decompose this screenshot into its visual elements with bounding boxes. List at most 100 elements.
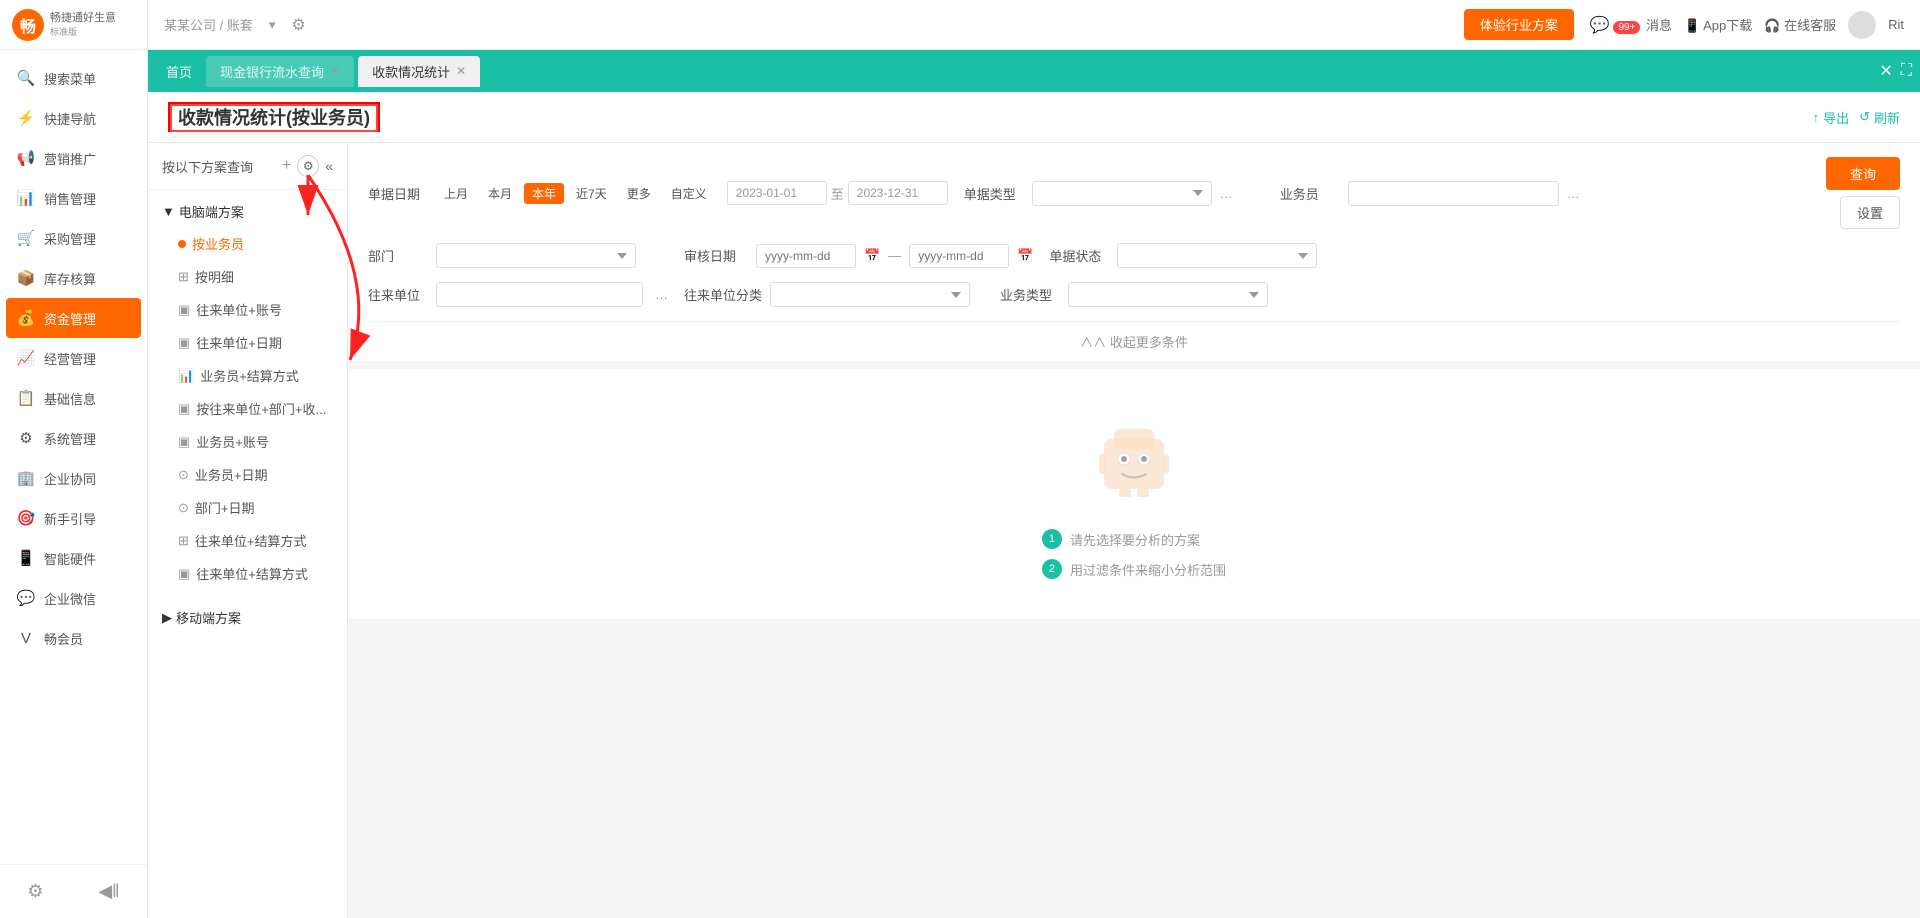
doc-status-select[interactable] bbox=[1117, 243, 1317, 268]
dept-select[interactable] bbox=[436, 243, 636, 268]
scheme-item-label: 往来单位+账号 bbox=[196, 300, 282, 319]
online-service-btn[interactable]: 🎧 在线客服 bbox=[1764, 15, 1836, 34]
counterpart-category-select[interactable] bbox=[770, 282, 970, 307]
content-area: 按以下方案查询 + ⚙ « ▼ 电脑端方案 bbox=[148, 143, 1920, 918]
app-download-btn[interactable]: 📱 App下载 bbox=[1684, 15, 1752, 34]
tab-close-all-btn[interactable]: ✕ bbox=[1879, 61, 1892, 81]
date-btn-last-month[interactable]: 上月 bbox=[436, 183, 476, 204]
scheme-item-label: 按明细 bbox=[195, 267, 234, 286]
settings-icon[interactable]: ⚙ bbox=[291, 15, 305, 35]
trial-button[interactable]: 体验行业方案 bbox=[1464, 9, 1574, 40]
scheme-item-dept-date[interactable]: ⊙ 部门+日期 bbox=[148, 491, 347, 524]
date-to-input[interactable] bbox=[848, 181, 948, 205]
nav-icon-wechat: 💬 bbox=[16, 588, 36, 608]
counterpart-category-label: 往来单位分类 bbox=[684, 285, 762, 304]
review-date-to-input[interactable] bbox=[909, 244, 1009, 268]
filter-counterpart-category-item: 往来单位分类 bbox=[684, 282, 984, 307]
scheme-item-salesman-settle[interactable]: 📊 业务员+结算方式 bbox=[148, 359, 347, 392]
doc-type-more-icon[interactable]: … bbox=[1220, 186, 1233, 201]
export-icon: ↑ bbox=[1813, 110, 1820, 125]
mobile-scheme-group: ▶ 移动端方案 bbox=[148, 596, 347, 639]
top-bar: 某某公司 / 账套 ▾ ⚙ 体验行业方案 💬 99+ 消息 📱 App下载 bbox=[148, 0, 1920, 50]
set-button[interactable]: 设置 bbox=[1840, 196, 1900, 229]
scheme-item-by-detail[interactable]: ⊞ 按明细 bbox=[148, 260, 347, 293]
panel-header: 按以下方案查询 + ⚙ « bbox=[148, 143, 347, 190]
scheme-item-unit-account[interactable]: ▣ 往来单位+账号 bbox=[148, 293, 347, 326]
date-btn-7days[interactable]: 近7天 bbox=[568, 183, 615, 204]
counterpart-input[interactable] bbox=[436, 282, 643, 307]
sidebar-item-marketing[interactable]: 📢营销推广 bbox=[0, 138, 147, 178]
desktop-scheme-group-header[interactable]: ▼ 电脑端方案 bbox=[148, 196, 347, 227]
filter-row-3: 往来单位 … 往来单位分类 业务类型 bbox=[368, 282, 1900, 307]
notification-icon[interactable]: 💬 99+ 消息 bbox=[1590, 15, 1672, 35]
breadcrumb-dropdown-icon[interactable]: ▾ bbox=[269, 17, 276, 33]
sidebar-item-enterprise[interactable]: 🏢企业协同 bbox=[0, 458, 147, 498]
review-date-from-input[interactable] bbox=[756, 244, 856, 268]
scheme-settings-icon[interactable]: ⚙ bbox=[297, 155, 319, 177]
sidebar-item-purchase[interactable]: 🛒采购管理 bbox=[0, 218, 147, 258]
tab-collection-stat[interactable]: 收款情况统计 ✕ bbox=[358, 56, 480, 87]
scheme-item-unit-dept[interactable]: ▣ 按往来单位+部门+收... bbox=[148, 392, 347, 425]
calendar-icon-to[interactable]: 📅 bbox=[1017, 248, 1033, 264]
scheme-icon-table1: ▣ bbox=[178, 302, 190, 318]
collapse-bar[interactable]: ∧∧ 收起更多条件 bbox=[368, 321, 1900, 361]
date-btn-this-month[interactable]: 本月 bbox=[480, 183, 520, 204]
sidebar-item-basic[interactable]: 📋基础信息 bbox=[0, 378, 147, 418]
sidebar-item-guide[interactable]: 🎯新手引导 bbox=[0, 498, 147, 538]
sidebar-item-wechat[interactable]: 💬企业微信 bbox=[0, 578, 147, 618]
query-button[interactable]: 查询 bbox=[1826, 157, 1900, 190]
salesman-more-icon[interactable]: … bbox=[1567, 186, 1580, 201]
date-btn-more[interactable]: 更多 bbox=[619, 183, 659, 204]
export-button[interactable]: ↑ 导出 bbox=[1813, 108, 1850, 127]
counterpart-label: 往来单位 bbox=[368, 285, 428, 304]
doc-type-select[interactable] bbox=[1032, 181, 1212, 206]
desktop-scheme-group: ▼ 电脑端方案 按业务员 ⊞ 按明细 bbox=[148, 190, 347, 596]
mobile-scheme-group-header[interactable]: ▶ 移动端方案 bbox=[148, 602, 347, 633]
counterpart-more-icon[interactable]: … bbox=[655, 287, 668, 302]
scheme-item-salesman-account[interactable]: ▣ 业务员+账号 bbox=[148, 425, 347, 458]
sidebar-item-operation[interactable]: 📈经营管理 bbox=[0, 338, 147, 378]
user-avatar[interactable] bbox=[1848, 11, 1876, 39]
nav-label-basic: 基础信息 bbox=[44, 389, 96, 408]
tab-bank-flow-close[interactable]: ✕ bbox=[330, 64, 340, 78]
tab-maximize-btn[interactable]: ⛶ bbox=[1901, 61, 1912, 81]
business-type-select[interactable] bbox=[1068, 282, 1268, 307]
calendar-icon-from[interactable]: 📅 bbox=[864, 248, 880, 264]
review-date-label: 审核日期 bbox=[684, 246, 744, 265]
nav-label-purchase: 采购管理 bbox=[44, 229, 96, 248]
sidebar-item-member[interactable]: V畅会员 bbox=[0, 618, 147, 658]
scheme-item-salesman-date[interactable]: ⊙ 业务员+日期 bbox=[148, 458, 347, 491]
tip-text-2: 用过滤条件来缩小分析范围 bbox=[1070, 560, 1226, 579]
collapse-sidebar-icon[interactable]: ◀‖ bbox=[92, 875, 125, 908]
nav-icon-inventory: 📦 bbox=[16, 268, 36, 288]
notification-count: 99+ bbox=[1613, 21, 1640, 34]
sidebar-item-search[interactable]: 🔍搜索菜单 bbox=[0, 58, 147, 98]
tab-bank-flow[interactable]: 现金银行流水查询 ✕ bbox=[206, 56, 354, 87]
scheme-item-by-salesman[interactable]: 按业务员 bbox=[148, 227, 347, 260]
sidebar-item-sales[interactable]: 📊销售管理 bbox=[0, 178, 147, 218]
scheme-item-unit-settle1[interactable]: ⊞ 往来单位+结算方式 bbox=[148, 524, 347, 557]
salesman-input[interactable] bbox=[1348, 181, 1559, 206]
nav-icon-hardware: 📱 bbox=[16, 548, 36, 568]
sidebar-item-finance[interactable]: 💰资金管理 bbox=[6, 298, 141, 338]
sidebar-item-hardware[interactable]: 📱智能硬件 bbox=[0, 538, 147, 578]
scheme-collapse-icon[interactable]: « bbox=[325, 158, 333, 174]
date-btn-custom[interactable]: 自定义 bbox=[663, 183, 715, 204]
filter-row-1: 单据日期 上月 本月 本年 近7天 更多 自定义 bbox=[368, 157, 1900, 229]
scheme-item-unit-settle2[interactable]: ▣ 往来单位+结算方式 bbox=[148, 557, 347, 590]
date-from-input[interactable] bbox=[727, 181, 827, 205]
panel-header-title: 按以下方案查询 bbox=[162, 157, 253, 176]
date-btn-this-year[interactable]: 本年 bbox=[524, 183, 564, 204]
scheme-item-unit-date[interactable]: ▣ 往来单位+日期 bbox=[148, 326, 347, 359]
date-input-group: 至 bbox=[727, 181, 948, 205]
tab-home[interactable]: 首页 bbox=[156, 56, 202, 87]
user-name: Rit bbox=[1888, 17, 1904, 32]
tab-collection-stat-close[interactable]: ✕ bbox=[456, 64, 466, 78]
scheme-add-icon[interactable]: + bbox=[282, 157, 291, 175]
desktop-expand-icon: ▼ bbox=[162, 204, 175, 219]
sidebar-item-quick-nav[interactable]: ⚡快捷导航 bbox=[0, 98, 147, 138]
sidebar-item-inventory[interactable]: 📦库存核算 bbox=[0, 258, 147, 298]
refresh-button[interactable]: ↺ 刷新 bbox=[1859, 108, 1900, 127]
sidebar-item-system[interactable]: ⚙系统管理 bbox=[0, 418, 147, 458]
settings-bottom-icon[interactable]: ⚙ bbox=[21, 875, 49, 908]
